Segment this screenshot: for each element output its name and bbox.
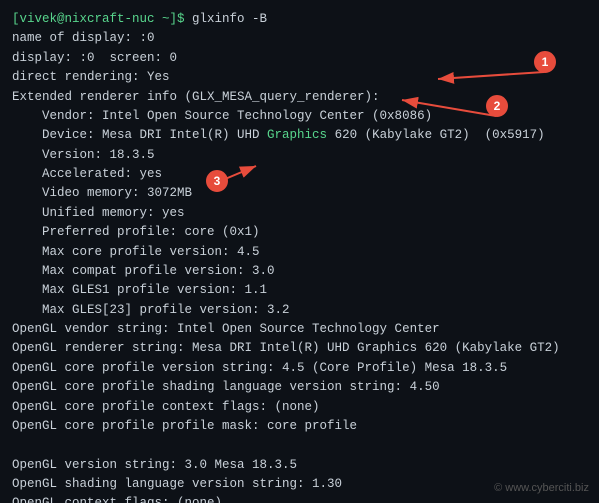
output-line-19: OpenGL core profile shading language ver… xyxy=(12,378,587,397)
output-line-12: Max core profile version: 4.5 xyxy=(12,243,587,262)
output-blank-1 xyxy=(12,436,587,455)
output-line-13: Max compat profile version: 3.0 xyxy=(12,262,587,281)
output-line-3: direct rendering: Yes xyxy=(12,68,587,87)
output-line-1: name of display: :0 xyxy=(12,29,587,48)
output-line-21: OpenGL core profile profile mask: core p… xyxy=(12,417,587,436)
prompt: [vivek@nixcraft-nuc ~]$ xyxy=(12,12,192,26)
output-line-8: Accelerated: yes xyxy=(12,165,587,184)
output-line-18: OpenGL core profile version string: 4.5 … xyxy=(12,359,587,378)
output-line-22: OpenGL version string: 3.0 Mesa 18.3.5 xyxy=(12,456,587,475)
output-line-15: Max GLES[23] profile version: 3.2 xyxy=(12,301,587,320)
output-line-7: Version: 18.3.5 xyxy=(12,146,587,165)
output-line-9: Video memory: 3072MB xyxy=(12,184,587,203)
command-line: [vivek@nixcraft-nuc ~]$ glxinfo -B xyxy=(12,10,587,29)
output-line-10: Unified memory: yes xyxy=(12,204,587,223)
terminal-window: [vivek@nixcraft-nuc ~]$ glxinfo -B name … xyxy=(0,0,599,503)
output-line-14: Max GLES1 profile version: 1.1 xyxy=(12,281,587,300)
watermark: © www.cyberciti.biz xyxy=(494,480,589,497)
output-line-20: OpenGL core profile context flags: (none… xyxy=(12,398,587,417)
annotation-circle-2: 2 xyxy=(486,95,508,117)
command-text: glxinfo -B xyxy=(192,12,267,26)
output-line-17: OpenGL renderer string: Mesa DRI Intel(R… xyxy=(12,339,587,358)
output-line-16: OpenGL vendor string: Intel Open Source … xyxy=(12,320,587,339)
output-line-6: Device: Mesa DRI Intel(R) UHD Graphics 6… xyxy=(12,126,587,145)
annotation-circle-3: 3 xyxy=(206,170,228,192)
annotation-circle-1: 1 xyxy=(534,51,556,73)
output-line-11: Preferred profile: core (0x1) xyxy=(12,223,587,242)
output-line-2: display: :0 screen: 0 xyxy=(12,49,587,68)
